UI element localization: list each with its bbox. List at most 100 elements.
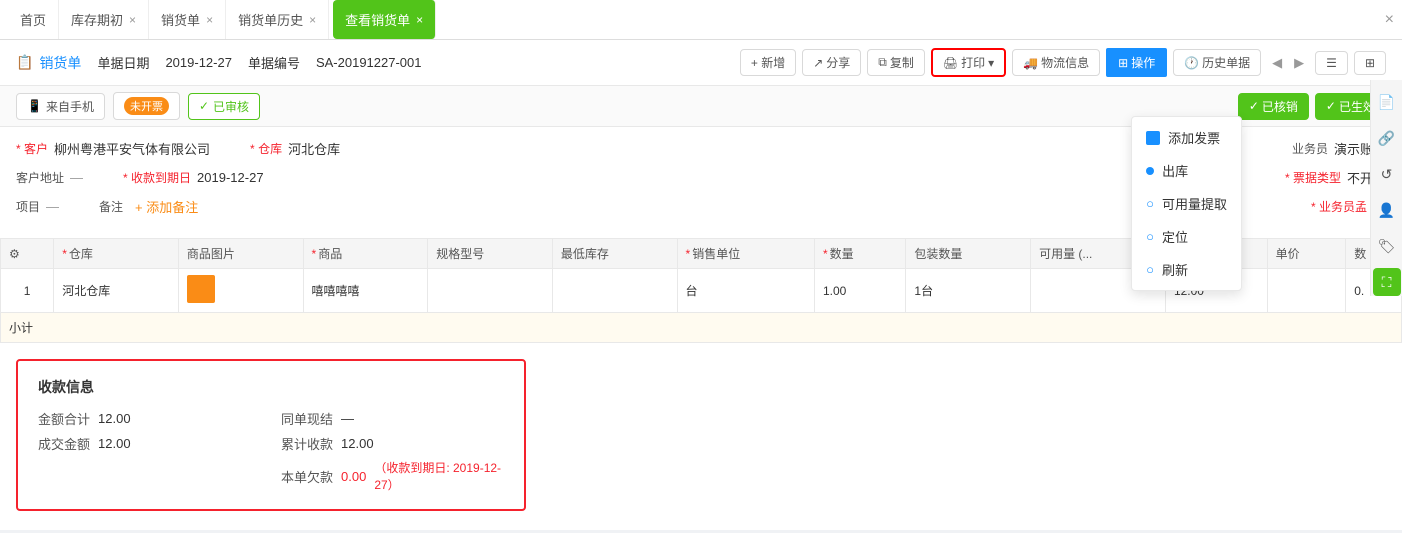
col-sale-unit: *销售单位	[677, 239, 814, 269]
same-order-label: 同单现结	[281, 409, 333, 428]
payment-title: 收款信息	[38, 377, 504, 397]
history-icon: 🕐	[1184, 56, 1199, 70]
doc-title-area: 📋 销货单	[16, 53, 81, 73]
customer-value: 柳州粤港平安气体有限公司	[54, 139, 210, 158]
locate-circle-icon: ○	[1146, 229, 1154, 244]
same-order-value: —	[341, 411, 354, 426]
subtotal-label-cell: 小计	[1, 313, 1402, 343]
same-order-row: 同单现结 —	[281, 409, 504, 428]
new-button[interactable]: + 新增	[740, 49, 796, 76]
transaction-value: 12.00	[98, 436, 131, 451]
col-min-stock: 最低库存	[552, 239, 677, 269]
row-price-cell	[1267, 269, 1346, 313]
due-date-field: 收款到期日 2019-12-27	[123, 169, 264, 186]
right-doc-icon[interactable]: 📄	[1373, 88, 1401, 116]
tab-sale[interactable]: 销货单 ×	[149, 0, 226, 39]
add-invoice-item[interactable]: 添加发票	[1132, 121, 1241, 154]
close-window-button[interactable]: ×	[1385, 11, 1394, 29]
accumulated-value: 12.00	[341, 436, 374, 451]
col-price: 单价	[1267, 239, 1346, 269]
col-product-img: 商品图片	[178, 239, 303, 269]
row-product-cell: 嘻嘻嘻嘻	[303, 269, 428, 313]
col-warehouse: *仓库	[54, 239, 179, 269]
nav-arrows: ◀ ▶	[1267, 52, 1309, 74]
reviewed-button[interactable]: ✓ 已审核	[188, 93, 260, 120]
right-expand-icon[interactable]: ⛶	[1373, 268, 1401, 296]
address-field: 客户地址 —	[16, 169, 83, 186]
right-link-icon[interactable]: 🔗	[1373, 124, 1401, 152]
close-sale-history-tab[interactable]: ×	[309, 13, 316, 27]
due-date-value: 2019-12-27	[197, 170, 264, 185]
row-sale-unit-cell: 台	[677, 269, 814, 313]
print-dropdown-icon: ▾	[988, 56, 994, 70]
row-pack-qty-cell: 1台	[906, 269, 1031, 313]
date-label: 单据日期	[97, 53, 149, 72]
warehouse-label: 仓库	[250, 140, 282, 157]
tab-home[interactable]: 首页	[8, 0, 59, 39]
tab-view-sale[interactable]: 查看销货单 ×	[333, 0, 436, 39]
col-pack-qty: 包装数量	[906, 239, 1031, 269]
balance-label: 本单欠款	[281, 467, 333, 486]
due-hint: （收款到期日: 2019-12-27）	[374, 459, 504, 493]
tab-sale-history[interactable]: 销货单历史 ×	[226, 0, 329, 39]
note-field: 备注 + 添加备注	[99, 197, 198, 216]
right-person-icon[interactable]: 👤	[1373, 196, 1401, 224]
project-label: 项目	[16, 198, 40, 215]
outbound-dot	[1146, 167, 1154, 175]
row-warehouse-cell: 河北仓库	[54, 269, 179, 313]
list-view-button[interactable]: ☰	[1315, 51, 1348, 75]
right-history-icon[interactable]: ↺	[1373, 160, 1401, 188]
add-note-button[interactable]: + 添加备注	[135, 197, 198, 216]
check-effective-icon: ✓	[1326, 99, 1336, 113]
col-gear: ⚙	[1, 239, 54, 269]
customer-label: 客户	[16, 140, 48, 157]
transaction-row: 成交金额 12.00	[38, 434, 261, 453]
warehouse-field: 仓库 河北仓库	[250, 139, 340, 158]
logistics-icon: 🚚	[1023, 56, 1038, 70]
transaction-label: 成交金额	[38, 434, 90, 453]
close-inventory-tab[interactable]: ×	[129, 13, 136, 27]
col-spec: 规格型号	[428, 239, 553, 269]
grid-view-button[interactable]: ⊞	[1354, 51, 1386, 75]
copy-button[interactable]: ⧉ 复制	[867, 49, 925, 76]
open-badge: 未开票	[124, 97, 169, 115]
row-num-cell: 1	[1, 269, 54, 313]
logistics-button[interactable]: 🚚 物流信息	[1012, 49, 1100, 76]
total-value: 12.00	[98, 411, 131, 426]
outbound-item[interactable]: 出库	[1132, 154, 1241, 187]
tab-inventory[interactable]: 库存期初 ×	[59, 0, 149, 39]
right-panel: 📄 🔗 ↺ 👤 🏷 ⛶	[1370, 80, 1402, 296]
close-sale-tab[interactable]: ×	[206, 13, 213, 27]
accumulated-label: 累计收款	[281, 434, 333, 453]
not-open-ticket-button[interactable]: 未开票	[113, 92, 180, 120]
product-image	[187, 275, 215, 303]
refresh-circle-icon: ○	[1146, 262, 1154, 277]
sales-staff-label: 业务员孟	[1311, 198, 1367, 215]
from-phone-button[interactable]: 📱 来自手机	[16, 93, 105, 120]
next-arrow[interactable]: ▶	[1289, 52, 1309, 74]
check-icon: ✓	[199, 99, 209, 113]
history-button[interactable]: 🕐 历史单据	[1173, 49, 1261, 76]
print-button[interactable]: 🖨 打印 ▾	[931, 48, 1006, 77]
prev-arrow[interactable]: ◀	[1267, 52, 1287, 74]
share-button[interactable]: ↗ 分享	[802, 49, 861, 76]
right-tag-icon[interactable]: 🏷	[1373, 232, 1401, 260]
operation-button[interactable]: ⊞ 操作	[1106, 48, 1167, 77]
project-value: —	[46, 199, 59, 214]
check-cancelled-icon: ✓	[1249, 99, 1259, 113]
staff-label: 业务员	[1292, 140, 1328, 157]
close-view-sale-tab[interactable]: ×	[416, 13, 423, 27]
doc-meta: 单据日期 2019-12-27 单据编号 SA-20191227-001	[97, 53, 421, 72]
gear-icon: ⚙	[9, 247, 20, 261]
available-qty-item[interactable]: ○ 可用量提取	[1132, 187, 1241, 220]
number-value: SA-20191227-001	[316, 55, 422, 70]
address-label: 客户地址	[16, 169, 64, 186]
cancelled-button[interactable]: ✓ 已核销	[1238, 93, 1309, 120]
payment-box: 收款信息 金额合计 12.00 同单现结 — 成交金额 12.00 累计收款 1…	[16, 359, 526, 511]
ticket-type-label: 票据类型	[1285, 169, 1341, 186]
locate-item[interactable]: ○ 定位	[1132, 220, 1241, 253]
refresh-item[interactable]: ○ 刷新	[1132, 253, 1241, 286]
address-value: —	[70, 170, 83, 185]
subtotal-row: 小计	[1, 313, 1402, 343]
share-icon: ↗	[813, 56, 823, 70]
